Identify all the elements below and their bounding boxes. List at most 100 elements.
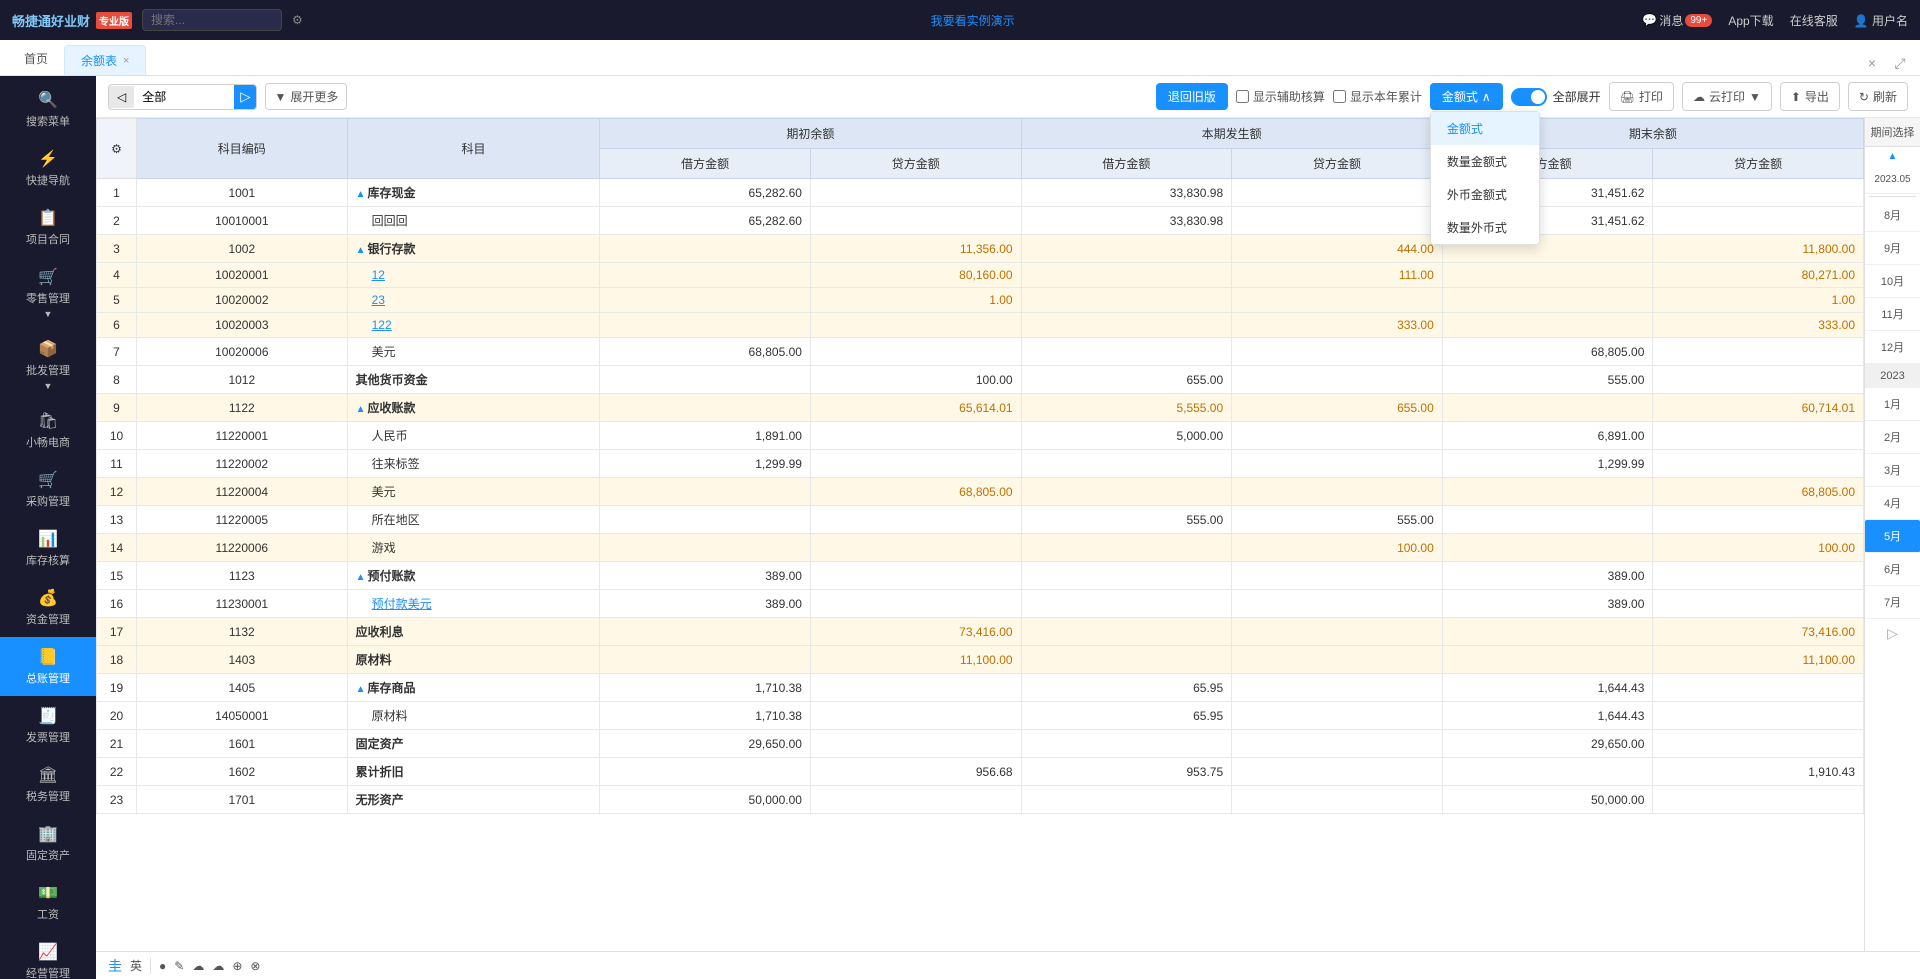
- demo-link[interactable]: 我要看实例演示: [931, 12, 1015, 29]
- settings-icon[interactable]: ⚙: [292, 13, 303, 27]
- cell-eb-debit: [1442, 646, 1653, 674]
- panel-collapse-btn[interactable]: ▷: [1865, 619, 1920, 648]
- sidebar-item-ledger[interactable]: 📒 总账管理: [0, 637, 96, 696]
- expand-more-btn[interactable]: ▼ 展开更多: [265, 83, 347, 110]
- month-8[interactable]: 8月: [1865, 199, 1920, 232]
- col-settings[interactable]: ⚙: [97, 119, 137, 179]
- bottom-icon-1[interactable]: 圭: [108, 956, 122, 976]
- search-right-btn[interactable]: ▷: [234, 85, 256, 109]
- app-download-btn[interactable]: App下载: [1728, 12, 1773, 29]
- sidebar-item-wholesale[interactable]: 📦 批发管理 ▼: [0, 329, 96, 401]
- tree-expand-icon[interactable]: ▲: [356, 189, 366, 200]
- msg-btn[interactable]: 💬 消息 99+: [1642, 12, 1712, 29]
- style-btn[interactable]: 金额式 ∧: [1430, 83, 1503, 110]
- bottom-icon-4[interactable]: ✎: [174, 959, 184, 973]
- month-3[interactable]: 3月: [1865, 454, 1920, 487]
- style-option-qty-foreign[interactable]: 数量外币式: [1431, 211, 1539, 244]
- account-link[interactable]: 122: [372, 318, 392, 332]
- bottom-icon-5[interactable]: ☁: [192, 959, 204, 973]
- search-input[interactable]: [134, 86, 234, 108]
- sidebar-item-capital[interactable]: 💰 资金管理: [0, 578, 96, 637]
- month-10[interactable]: 10月: [1865, 265, 1920, 298]
- cloud-print-btn[interactable]: ☁ 云打印 ▼: [1682, 82, 1772, 111]
- month-7[interactable]: 7月: [1865, 586, 1920, 619]
- sidebar-item-invoice[interactable]: 🧾 发票管理: [0, 696, 96, 755]
- tab-balance[interactable]: 余额表 ×: [64, 45, 146, 75]
- style-option-qty-amount[interactable]: 数量金额式: [1431, 145, 1539, 178]
- sidebar-item-inventory[interactable]: 📊 库存核算: [0, 519, 96, 578]
- cell-cb-credit: [1232, 646, 1443, 674]
- bottom-icon-6[interactable]: ☁: [212, 959, 224, 973]
- tab-close-btn[interactable]: ×: [123, 55, 129, 67]
- demo-btn-area[interactable]: 我要看实例演示: [931, 12, 1015, 29]
- tree-expand-icon[interactable]: ▲: [356, 572, 366, 583]
- sidebar-item-retail[interactable]: 🛒 零售管理 ▼: [0, 257, 96, 329]
- month-11[interactable]: 11月: [1865, 298, 1920, 331]
- tab-maximize-btn[interactable]: ⤢: [1888, 51, 1912, 75]
- bottom-icon-8[interactable]: ⊗: [250, 959, 260, 973]
- month-2023-05[interactable]: 2023.05: [1865, 166, 1920, 194]
- online-service-btn[interactable]: 在线客服: [1790, 12, 1838, 29]
- sidebar-item-project[interactable]: 📋 项目合同: [0, 198, 96, 257]
- cell-eb-debit: 1,644.43: [1442, 674, 1653, 702]
- expand-toggle[interactable]: 全部展开: [1511, 88, 1601, 106]
- sidebar-item-ecommerce[interactable]: 🛍 小畅电商: [0, 401, 96, 460]
- tab-collapse-btn[interactable]: ×: [1860, 51, 1884, 75]
- back-to-old-btn[interactable]: 退回旧版: [1156, 83, 1228, 110]
- style-option-amount[interactable]: 金额式: [1431, 112, 1539, 145]
- cell-eb-debit: 389.00: [1442, 562, 1653, 590]
- print-btn[interactable]: 🖨 打印: [1609, 82, 1674, 111]
- month-2[interactable]: 2月: [1865, 421, 1920, 454]
- style-option-foreign-amount[interactable]: 外币金额式: [1431, 178, 1539, 211]
- bottom-icon-3[interactable]: ●: [159, 959, 166, 973]
- bottom-icon-7[interactable]: ⊕: [232, 959, 242, 973]
- cell-name: 122: [347, 313, 600, 338]
- sidebar-item-payroll[interactable]: 💵 工资: [0, 873, 96, 932]
- cell-ob-debit: 50,000.00: [600, 786, 811, 814]
- bottom-lang-btn[interactable]: 英: [130, 957, 142, 974]
- cell-ob-debit: [600, 288, 811, 313]
- tree-expand-icon[interactable]: ▲: [356, 684, 366, 695]
- cell-ob-debit: [600, 263, 811, 288]
- sidebar-item-operations[interactable]: 📈 经营管理: [0, 932, 96, 979]
- show-ytd-check[interactable]: 显示本年累计: [1333, 88, 1422, 105]
- sidebar-item-fixed-assets[interactable]: 🏢 固定资产: [0, 814, 96, 873]
- search-left-btn[interactable]: ◁: [109, 86, 134, 108]
- month-1[interactable]: 1月: [1865, 388, 1920, 421]
- month-4[interactable]: 4月: [1865, 487, 1920, 520]
- show-aux-check[interactable]: 显示辅助核算: [1236, 88, 1325, 105]
- show-ytd-checkbox[interactable]: [1333, 90, 1346, 103]
- cell-code: 11220004: [137, 478, 348, 506]
- cell-ob-credit: 100.00: [810, 366, 1021, 394]
- cell-name: 回回回: [347, 207, 600, 235]
- table-row: 1111220002往来标签1,299.991,299.99: [97, 450, 1864, 478]
- tree-expand-icon[interactable]: ▲: [356, 245, 366, 256]
- sidebar-label-operations: 经营管理: [26, 965, 70, 979]
- month-6[interactable]: 6月: [1865, 553, 1920, 586]
- cell-name: ▲银行存款: [347, 235, 600, 263]
- sidebar-item-search[interactable]: 🔍 搜索菜单: [0, 80, 96, 139]
- account-link[interactable]: 12: [372, 268, 385, 282]
- user-avatar[interactable]: 👤 用户名: [1854, 12, 1908, 29]
- export-btn[interactable]: ⬆ 导出: [1780, 82, 1840, 111]
- ledger-icon: 📒: [38, 647, 58, 667]
- show-aux-checkbox[interactable]: [1236, 90, 1249, 103]
- toggle-switch[interactable]: [1511, 88, 1547, 106]
- top-search-input[interactable]: [142, 9, 282, 31]
- account-link[interactable]: 预付款美元: [372, 597, 432, 611]
- cell-eb-debit: 6,891.00: [1442, 422, 1653, 450]
- cell-ob-credit: [810, 422, 1021, 450]
- month-12[interactable]: 12月: [1865, 331, 1920, 364]
- tree-expand-icon[interactable]: ▲: [356, 404, 366, 415]
- account-link[interactable]: 23: [372, 293, 385, 307]
- sidebar-item-purchase[interactable]: 🛒 采购管理: [0, 460, 96, 519]
- refresh-btn[interactable]: ↻ 刷新: [1848, 82, 1908, 111]
- month-9[interactable]: 9月: [1865, 232, 1920, 265]
- cell-code: 1132: [137, 618, 348, 646]
- col-account-code: 科目编码: [137, 119, 348, 179]
- tab-home[interactable]: 首页: [8, 44, 64, 75]
- sidebar-item-tax[interactable]: 🏛 税务管理: [0, 755, 96, 814]
- month-5-active[interactable]: 5月: [1865, 520, 1920, 553]
- sidebar-item-quicknav[interactable]: ⚡ 快捷导航: [0, 139, 96, 198]
- year-2023-up-btn[interactable]: ▲: [1888, 151, 1898, 162]
